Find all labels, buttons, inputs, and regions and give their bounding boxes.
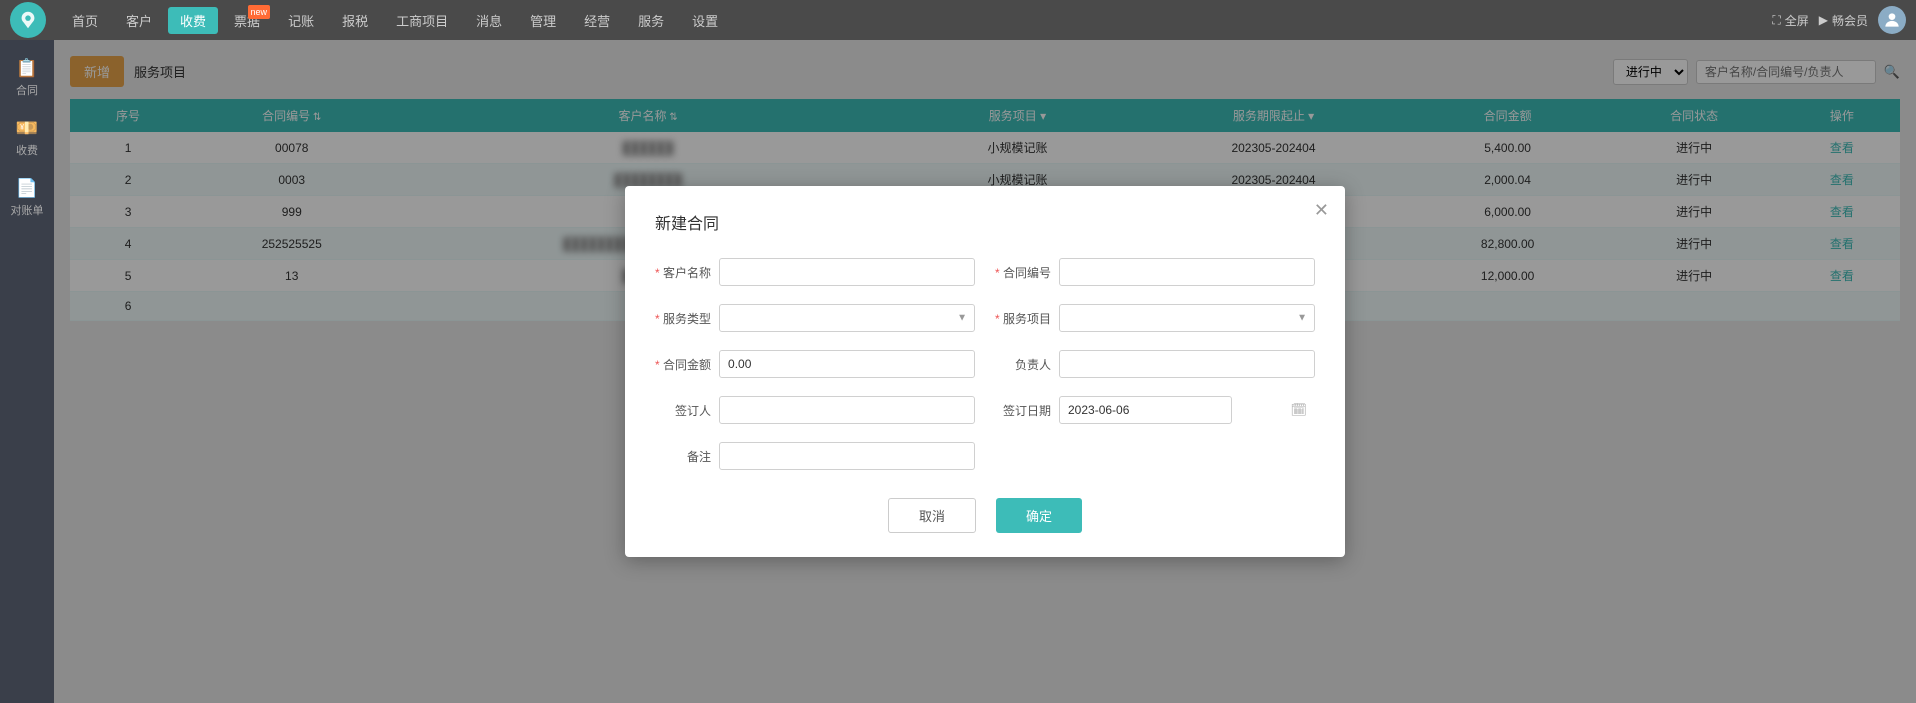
service-type-label: 服务类型 bbox=[655, 310, 711, 327]
notes-input[interactable] bbox=[719, 442, 975, 470]
service-item-group: 服务项目 ▼ bbox=[995, 304, 1315, 332]
nav-items: 首页 客户 收费 票据 new 记账 报税 工商项目 消息 管理 经营 服务 设… bbox=[60, 7, 1772, 34]
nav-manage[interactable]: 管理 bbox=[518, 7, 568, 34]
nav-invoice[interactable]: 票据 new bbox=[222, 7, 272, 34]
nav-customer[interactable]: 客户 bbox=[114, 7, 164, 34]
notes-group: 备注 bbox=[655, 442, 975, 470]
sidebar-billing-label: 收费 bbox=[16, 142, 38, 158]
service-item-label: 服务项目 bbox=[995, 310, 1051, 327]
cancel-button[interactable]: 取消 bbox=[888, 498, 976, 533]
contract-amount-label: 合同金额 bbox=[655, 356, 711, 373]
contract-amount-input[interactable] bbox=[719, 350, 975, 378]
service-type-select[interactable] bbox=[719, 304, 975, 332]
notes-label: 备注 bbox=[655, 448, 711, 465]
contract-icon: 📋 bbox=[16, 58, 38, 79]
nav-home[interactable]: 首页 bbox=[60, 7, 110, 34]
sign-date-wrap: 🗓 bbox=[1059, 396, 1315, 424]
nav-bookkeeping[interactable]: 记账 bbox=[276, 7, 326, 34]
calendar-icon: 🗓 bbox=[1290, 402, 1307, 418]
customer-name-group: 客户名称 bbox=[655, 258, 975, 286]
customer-name-label: 客户名称 bbox=[655, 264, 711, 281]
modal-title: 新建合同 bbox=[655, 210, 1315, 234]
signer-input[interactable] bbox=[719, 396, 975, 424]
sidebar-item-contract[interactable]: 📋 合同 bbox=[2, 50, 52, 106]
fullscreen-label: 全屏 bbox=[1785, 12, 1809, 29]
modal-overlay: ✕ 新建合同 客户名称 合同编号 服务类型 bbox=[54, 40, 1916, 703]
contract-no-input[interactable] bbox=[1059, 258, 1315, 286]
service-type-group: 服务类型 ▼ bbox=[655, 304, 975, 332]
sidebar-statement-label: 对账单 bbox=[11, 202, 44, 218]
nav-tax[interactable]: 报税 bbox=[330, 7, 380, 34]
new-contract-modal: ✕ 新建合同 客户名称 合同编号 服务类型 bbox=[625, 186, 1345, 557]
sidebar-item-billing[interactable]: 💴 收费 bbox=[2, 110, 52, 166]
vip-label: 畅会员 bbox=[1832, 12, 1868, 29]
form-row-1: 客户名称 合同编号 bbox=[655, 258, 1315, 286]
vip-button[interactable]: ▶ 畅会员 bbox=[1819, 12, 1868, 29]
sidebar-item-statement[interactable]: 📄 对账单 bbox=[2, 170, 52, 226]
form-row-4: 签订人 签订日期 🗓 bbox=[655, 396, 1315, 424]
statement-icon: 📄 bbox=[16, 178, 38, 199]
form-row-3: 合同金额 负责人 bbox=[655, 350, 1315, 378]
responsible-input[interactable] bbox=[1059, 350, 1315, 378]
sidebar-contract-label: 合同 bbox=[16, 82, 38, 98]
form-row-2: 服务类型 ▼ 服务项目 ▼ bbox=[655, 304, 1315, 332]
signer-group: 签订人 bbox=[655, 396, 975, 424]
nav-service[interactable]: 服务 bbox=[626, 7, 676, 34]
customer-name-input[interactable] bbox=[719, 258, 975, 286]
sign-date-input[interactable] bbox=[1059, 396, 1232, 424]
contract-no-group: 合同编号 bbox=[995, 258, 1315, 286]
confirm-button[interactable]: 确定 bbox=[996, 498, 1082, 533]
modal-close-button[interactable]: ✕ bbox=[1314, 200, 1329, 221]
fullscreen-button[interactable]: ⛶ 全屏 bbox=[1772, 12, 1808, 29]
nav-billing[interactable]: 收费 bbox=[168, 7, 218, 34]
sign-date-label: 签订日期 bbox=[995, 402, 1051, 419]
signer-label: 签订人 bbox=[655, 402, 711, 419]
service-item-select-wrap: ▼ bbox=[1059, 304, 1315, 332]
user-avatar[interactable] bbox=[1878, 6, 1906, 34]
nav-business[interactable]: 工商项目 bbox=[384, 7, 460, 34]
top-navigation: 首页 客户 收费 票据 new 记账 报税 工商项目 消息 管理 经营 服务 设… bbox=[0, 0, 1916, 40]
contract-amount-group: 合同金额 bbox=[655, 350, 975, 378]
fullscreen-icon: ⛶ bbox=[1772, 13, 1780, 28]
service-type-select-wrap: ▼ bbox=[719, 304, 975, 332]
sign-date-group: 签订日期 🗓 bbox=[995, 396, 1315, 424]
form-row-5: 备注 bbox=[655, 442, 1315, 470]
responsible-label: 负责人 bbox=[995, 356, 1051, 373]
contract-no-label: 合同编号 bbox=[995, 264, 1051, 281]
responsible-group: 负责人 bbox=[995, 350, 1315, 378]
main-area: 📋 合同 💴 收费 📄 对账单 新增 服务项目 进行中 已完成 已终止 🔍 bbox=[0, 40, 1916, 703]
nav-message[interactable]: 消息 bbox=[464, 7, 514, 34]
nav-settings[interactable]: 设置 bbox=[680, 7, 730, 34]
top-nav-right: ⛶ 全屏 ▶ 畅会员 bbox=[1772, 6, 1906, 34]
modal-footer: 取消 确定 bbox=[655, 498, 1315, 533]
content-area: 新增 服务项目 进行中 已完成 已终止 🔍 序号 合同编号 客户名称 服务项目 … bbox=[54, 40, 1916, 703]
app-logo bbox=[10, 2, 46, 38]
nav-operations[interactable]: 经营 bbox=[572, 7, 622, 34]
left-sidebar: 📋 合同 💴 收费 📄 对账单 bbox=[0, 40, 54, 703]
service-item-select[interactable] bbox=[1059, 304, 1315, 332]
new-badge: new bbox=[248, 5, 271, 19]
vip-icon: ▶ bbox=[1819, 13, 1828, 27]
billing-icon: 💴 bbox=[16, 118, 38, 139]
